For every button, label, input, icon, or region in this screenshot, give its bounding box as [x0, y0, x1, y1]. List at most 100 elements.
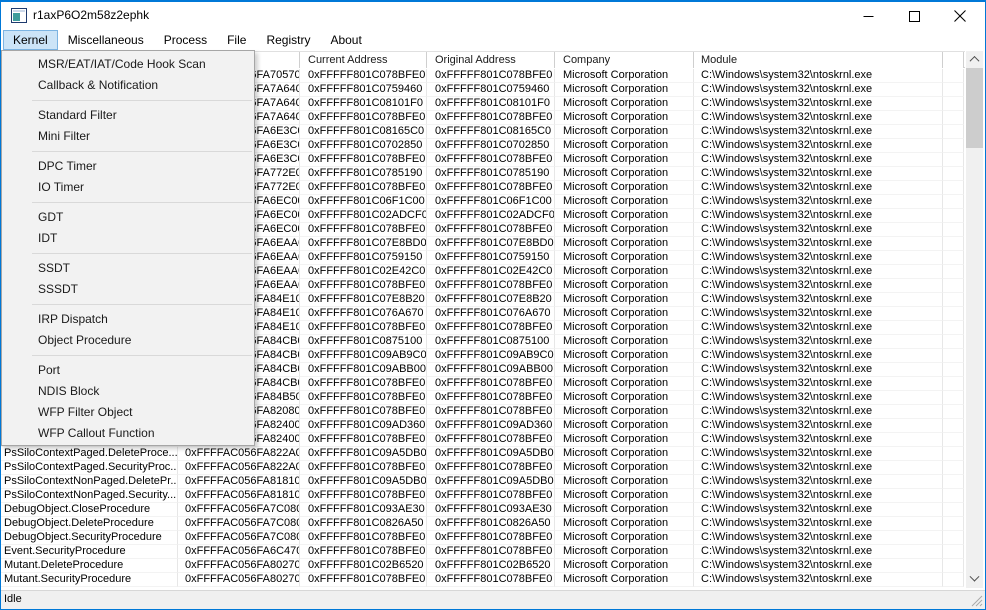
- cell-name: PsSiloContextNonPaged.Security...: [1, 489, 178, 503]
- menu-item-wfp-callout-function[interactable]: WFP Callout Function: [2, 423, 254, 444]
- app-icon-detail: [13, 13, 20, 21]
- cell-filler: [943, 447, 964, 461]
- cell-filler: [943, 265, 964, 279]
- cell-filler: [943, 391, 964, 405]
- menu-item-ndis-block[interactable]: NDIS Block: [2, 381, 254, 402]
- cell-filler: [943, 573, 964, 587]
- cell-company: Microsoft Corporation: [555, 363, 694, 377]
- menu-item-object-procedure[interactable]: Object Procedure: [2, 330, 254, 351]
- cell-current: 0xFFFFF801C078BFE0: [300, 223, 427, 237]
- cell-original: 0xFFFFF801C0702850: [427, 139, 555, 153]
- menu-item-callback-notification[interactable]: Callback & Notification: [2, 75, 254, 96]
- menu-item-standard-filter[interactable]: Standard Filter: [2, 105, 254, 126]
- cell-current: 0xFFFFF801C06F1C00: [300, 195, 427, 209]
- cell-filler: [943, 307, 964, 321]
- menubar-item-registry[interactable]: Registry: [256, 30, 320, 50]
- cell-current: 0xFFFFF801C078BFE0: [300, 181, 427, 195]
- menu-item-sssdt[interactable]: SSSDT: [2, 279, 254, 300]
- cell-original: 0xFFFFF801C078BFE0: [427, 279, 555, 293]
- cell-original: 0xFFFFF801C09ABB00: [427, 363, 555, 377]
- cell-original: 0xFFFFF801C078BFE0: [427, 377, 555, 391]
- menu-separator: [32, 355, 252, 356]
- scroll-up-button[interactable]: [966, 51, 983, 68]
- menubar-item-about[interactable]: About: [320, 30, 371, 50]
- maximize-button[interactable]: [891, 2, 937, 30]
- table-row[interactable]: PsSiloContextNonPaged.Security...0xFFFFA…: [1, 489, 965, 503]
- cell-original: 0xFFFFF801C078BFE0: [427, 391, 555, 405]
- table-row[interactable]: PsSiloContextPaged.SecurityProc... 0xFFFF…: [1, 461, 965, 475]
- menu-item-port[interactable]: Port: [2, 360, 254, 381]
- minimize-button[interactable]: [845, 2, 891, 30]
- cell-filler: [943, 475, 964, 489]
- table-row[interactable]: Event.SecurityProcedure0xFFFFAC056FA6C47…: [1, 545, 965, 559]
- cell-current: 0xFFFFF801C0826A50: [300, 517, 427, 531]
- menu-item-msr-eat-iat-code-hook-scan[interactable]: MSR/EAT/IAT/Code Hook Scan: [2, 54, 254, 75]
- menubar-item-process[interactable]: Process: [154, 30, 217, 50]
- cell-module: C:\Windows\system32\ntoskrnl.exe: [694, 461, 943, 475]
- menubar-item-miscellaneous[interactable]: Miscellaneous: [58, 30, 154, 50]
- cell-company: Microsoft Corporation: [555, 307, 694, 321]
- cell-company: Microsoft Corporation: [555, 391, 694, 405]
- resize-grip-icon[interactable]: [969, 593, 984, 608]
- table-row[interactable]: Mutant.SecurityProcedure0xFFFFAC056FA802…: [1, 573, 965, 587]
- close-button[interactable]: [937, 2, 983, 30]
- window-title: r1axP6O2m58z2ephk: [33, 8, 149, 22]
- table-row[interactable]: DebugObject.DeleteProcedure0xFFFFAC056FA…: [1, 517, 965, 531]
- cell-original: 0xFFFFF801C078BFE0: [427, 489, 555, 503]
- cell-module: C:\Windows\system32\ntoskrnl.exe: [694, 83, 943, 97]
- cell-filler: [943, 195, 964, 209]
- cell-filler: [943, 153, 964, 167]
- table-row[interactable]: PsSiloContextNonPaged.DeletePr...0xFFFFA…: [1, 475, 965, 489]
- menu-item-wfp-filter-object[interactable]: WFP Filter Object: [2, 402, 254, 423]
- cell-original: 0xFFFFF801C078BFE0: [427, 111, 555, 125]
- cell-company: Microsoft Corporation: [555, 321, 694, 335]
- cell-filler: [943, 559, 964, 573]
- table-row[interactable]: PsSiloContextPaged.DeleteProce...0xFFFFA…: [1, 447, 965, 461]
- table-row[interactable]: DebugObject.SecurityProcedure0xFFFFAC056…: [1, 531, 965, 545]
- cell-filler: [943, 517, 964, 531]
- cell-filler: [943, 335, 964, 349]
- menu-item-irp-dispatch[interactable]: IRP Dispatch: [2, 309, 254, 330]
- cell-original: 0xFFFFF801C08165C0: [427, 125, 555, 139]
- column-header-original-address[interactable]: Original Address: [427, 52, 555, 68]
- table-row[interactable]: DebugObject.CloseProcedure0xFFFFAC056FA7…: [1, 503, 965, 517]
- column-header-module[interactable]: Module: [694, 52, 943, 68]
- menu-separator: [32, 151, 252, 152]
- cell-module: C:\Windows\system32\ntoskrnl.exe: [694, 433, 943, 447]
- cell-name: PsSiloContextPaged.SecurityProc...: [1, 461, 178, 475]
- cell-module: C:\Windows\system32\ntoskrnl.exe: [694, 223, 943, 237]
- cell-module: C:\Windows\system32\ntoskrnl.exe: [694, 391, 943, 405]
- menu-item-gdt[interactable]: GDT: [2, 207, 254, 228]
- table-row[interactable]: Mutant.DeleteProcedure0xFFFFAC056FA80270…: [1, 559, 965, 573]
- cell-filler: [943, 237, 964, 251]
- menu-separator: [32, 304, 252, 305]
- scroll-down-button[interactable]: [966, 571, 983, 588]
- cell-company: Microsoft Corporation: [555, 209, 694, 223]
- menubar-item-kernel[interactable]: Kernel: [3, 30, 58, 50]
- cell-original: 0xFFFFF801C0826A50: [427, 517, 555, 531]
- cell-current: 0xFFFFF801C078BFE0: [300, 405, 427, 419]
- column-header-company[interactable]: Company: [555, 52, 694, 68]
- scrollbar-thumb[interactable]: [966, 68, 983, 148]
- menu-item-io-timer[interactable]: IO Timer: [2, 177, 254, 198]
- cell-module: C:\Windows\system32\ntoskrnl.exe: [694, 545, 943, 559]
- cell-original: 0xFFFFF801C0785190: [427, 167, 555, 181]
- maximize-icon: [909, 11, 920, 22]
- cell-company: Microsoft Corporation: [555, 503, 694, 517]
- menu-item-mini-filter[interactable]: Mini Filter: [2, 126, 254, 147]
- cell-module: C:\Windows\system32\ntoskrnl.exe: [694, 335, 943, 349]
- minimize-icon: [863, 11, 874, 22]
- menu-item-ssdt[interactable]: SSDT: [2, 258, 254, 279]
- menubar-item-file[interactable]: File: [217, 30, 256, 50]
- cell-filler: [943, 489, 964, 503]
- cell-company: Microsoft Corporation: [555, 377, 694, 391]
- cell-module: C:\Windows\system32\ntoskrnl.exe: [694, 195, 943, 209]
- menu-item-dpc-timer[interactable]: DPC Timer: [2, 156, 254, 177]
- menu-item-idt[interactable]: IDT: [2, 228, 254, 249]
- vertical-scrollbar[interactable]: [966, 51, 983, 588]
- cell-original: 0xFFFFF801C078BFE0: [427, 461, 555, 475]
- cell-current: 0xFFFFF801C07E8B20: [300, 293, 427, 307]
- cell-current: 0xFFFFF801C078BFE0: [300, 391, 427, 405]
- column-header-current-address[interactable]: Current Address: [300, 52, 427, 68]
- cell-original: 0xFFFFF801C078BFE0: [427, 531, 555, 545]
